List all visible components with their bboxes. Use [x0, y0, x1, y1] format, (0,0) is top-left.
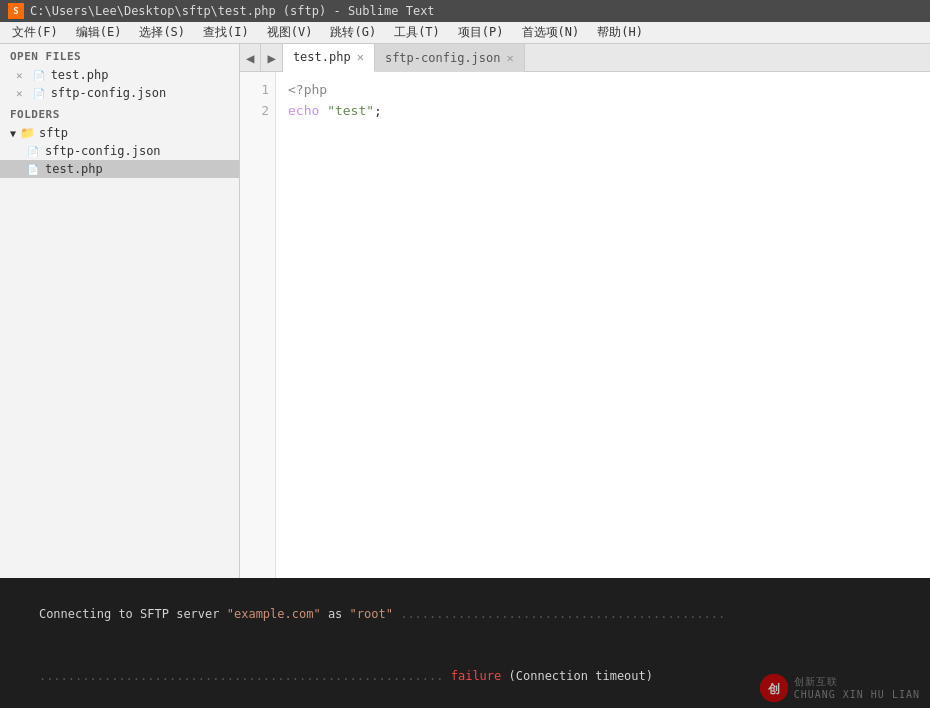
tab-next-button[interactable]: ▶ — [261, 44, 282, 72]
code-line2: echo "test"; — [288, 103, 382, 118]
menu-find[interactable]: 查找(I) — [195, 22, 257, 43]
test-string: "test" — [327, 103, 374, 118]
sidebar-folder-sftp-label: sftp — [39, 126, 68, 140]
close-icon-test-php[interactable]: ✕ — [16, 69, 23, 82]
log2-tail: (Connection timeout) — [501, 669, 653, 683]
titlebar: S C:\Users\Lee\Desktop\sftp\test.php (sf… — [0, 0, 930, 22]
sidebar-open-file-sftp-config[interactable]: ✕ 📄 sftp-config.json — [0, 84, 239, 102]
sidebar-file-test-php[interactable]: 📄 test.php — [0, 160, 239, 178]
sidebar-folder-sftp[interactable]: ▼ 📁 sftp — [0, 124, 239, 142]
line-number-2: 2 — [248, 101, 269, 122]
code-content[interactable]: <?php echo "test"; — [276, 72, 930, 578]
log1-as: as — [321, 607, 350, 621]
log2-suffix — [443, 669, 450, 683]
file-icon-sftp-config: 📄 — [32, 86, 46, 100]
sidebar-open-file-test-php-label: test.php — [51, 68, 109, 82]
watermark: 创 创新互联 CHUANG XIN HU LIAN — [760, 674, 920, 702]
tab-bar: ◀ ▶ test.php ✕ sftp-config.json ✕ — [240, 44, 930, 72]
file-icon-test-php: 📄 — [32, 68, 46, 82]
log1-dots: ........................................… — [393, 607, 725, 621]
code-area: 1 2 <?php echo "test"; — [240, 72, 930, 578]
log1-prefix: Connecting to SFTP server — [39, 607, 227, 621]
menu-prefs[interactable]: 首选项(N) — [514, 22, 588, 43]
folder-icon: 📁 — [20, 126, 35, 140]
open-files-label: OPEN FILES — [0, 44, 239, 66]
sidebar-open-file-test-php[interactable]: ✕ 📄 test.php — [0, 66, 239, 84]
sidebar-file-test-php-label: test.php — [45, 162, 103, 176]
bottom-panel: Connecting to SFTP server "example.com" … — [0, 578, 930, 708]
log1-user: "root" — [350, 607, 393, 621]
triangle-down-icon: ▼ — [10, 128, 16, 139]
tab-sftp-config[interactable]: sftp-config.json ✕ — [375, 44, 525, 72]
log-line-1: Connecting to SFTP server "example.com" … — [10, 584, 920, 645]
menubar: 文件(F) 编辑(E) 选择(S) 查找(I) 视图(V) 跳转(G) 工具(T… — [0, 22, 930, 44]
sidebar-open-file-sftp-config-label: sftp-config.json — [51, 86, 167, 100]
log1-server: "example.com" — [227, 607, 321, 621]
file-icon-test-php-folder: 📄 — [26, 162, 40, 176]
window-title: C:\Users\Lee\Desktop\sftp\test.php (sftp… — [30, 4, 435, 18]
close-icon-sftp-config[interactable]: ✕ — [16, 87, 23, 100]
menu-edit[interactable]: 编辑(E) — [68, 22, 130, 43]
line-numbers: 1 2 — [240, 72, 276, 578]
menu-file[interactable]: 文件(F) — [4, 22, 66, 43]
semicolon: ; — [374, 103, 382, 118]
folders-label: FOLDERS — [0, 102, 239, 124]
menu-view[interactable]: 视图(V) — [259, 22, 321, 43]
sidebar: OPEN FILES ✕ 📄 test.php ✕ 📄 sftp-config.… — [0, 44, 240, 578]
tab-prev-button[interactable]: ◀ — [240, 44, 261, 72]
sidebar-file-sftp-config-json-label: sftp-config.json — [45, 144, 161, 158]
tab-test-php-close[interactable]: ✕ — [357, 50, 364, 64]
app-icon: S — [8, 3, 24, 19]
echo-keyword: echo — [288, 103, 319, 118]
tab-sftp-config-close[interactable]: ✕ — [507, 51, 514, 65]
log2-dots: ........................................… — [39, 669, 444, 683]
menu-select[interactable]: 选择(S) — [131, 22, 193, 43]
svg-text:创: 创 — [767, 682, 780, 696]
menu-project[interactable]: 项目(P) — [450, 22, 512, 43]
menu-tools[interactable]: 工具(T) — [386, 22, 448, 43]
tab-sftp-config-label: sftp-config.json — [385, 51, 501, 65]
watermark-line2: CHUANG XIN HU LIAN — [794, 688, 920, 701]
php-open-tag: <?php — [288, 82, 327, 97]
sidebar-file-sftp-config-json[interactable]: 📄 sftp-config.json — [0, 142, 239, 160]
menu-goto[interactable]: 跳转(G) — [322, 22, 384, 43]
tab-test-php-label: test.php — [293, 50, 351, 64]
watermark-logo: 创 — [760, 674, 788, 702]
tab-test-php[interactable]: test.php ✕ — [283, 44, 375, 72]
line-number-1: 1 — [248, 80, 269, 101]
editor-area: ◀ ▶ test.php ✕ sftp-config.json ✕ 1 2 <?… — [240, 44, 930, 578]
log2-failure: failure — [451, 669, 502, 683]
watermark-text: 创新互联 CHUANG XIN HU LIAN — [794, 675, 920, 701]
menu-help[interactable]: 帮助(H) — [589, 22, 651, 43]
watermark-line1: 创新互联 — [794, 675, 920, 688]
file-icon-sftp-config-json: 📄 — [26, 144, 40, 158]
main-area: OPEN FILES ✕ 📄 test.php ✕ 📄 sftp-config.… — [0, 44, 930, 578]
